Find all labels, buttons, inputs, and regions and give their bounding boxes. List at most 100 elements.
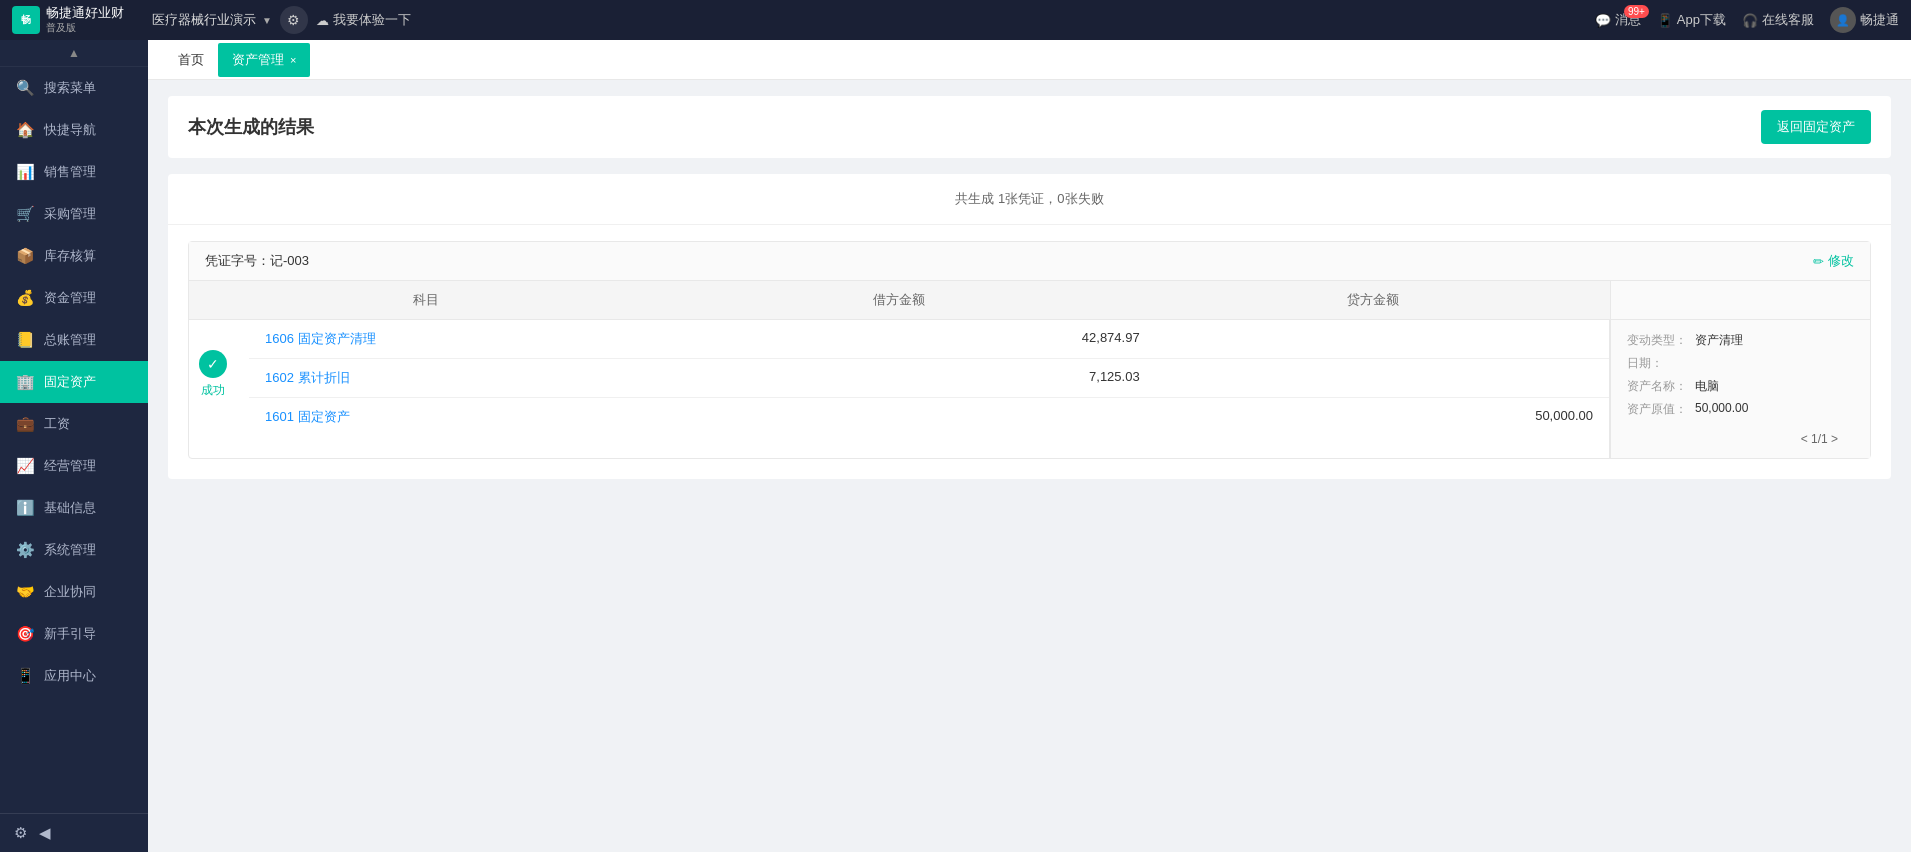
edit-icon: ✏ (1813, 254, 1824, 269)
right-info-panel: 变动类型： 资产清理 日期： 资产名称： 电脑 (1610, 320, 1870, 458)
sidebar-item-search[interactable]: 🔍 搜索菜单 (0, 67, 148, 109)
date-label: 日期： (1627, 355, 1663, 372)
sidebar-label-quick-nav: 快捷导航 (44, 121, 96, 139)
sidebar-item-fixed-assets[interactable]: 🏢 固定资产 (0, 361, 148, 403)
header-right: 💬 消息 99+ 📱 App下载 🎧 在线客服 👤 畅捷通 (1595, 7, 1899, 33)
success-indicator: ✓ 成功 (199, 340, 227, 409)
sidebar-label-ledger: 总账管理 (44, 331, 96, 349)
main-layout: ▲ 🔍 搜索菜单 🏠 快捷导航 📊 销售管理 🛒 采购管理 📦 库存核算 💰 资… (0, 40, 1911, 852)
th-credit: 贷方金额 (1136, 281, 1610, 319)
sidebar-label-system: 系统管理 (44, 541, 96, 559)
original-value-value: 50,000.00 (1695, 401, 1748, 418)
guide-icon: 🎯 (16, 625, 34, 643)
cloud-icon: ☁ (316, 13, 329, 28)
voucher-table: 科目 借方金额 贷方金额 ✓ (189, 281, 1870, 458)
collapse-icon[interactable]: ◀ (39, 824, 51, 842)
search-icon: 🔍 (16, 79, 34, 97)
th-right-panel (1610, 281, 1870, 319)
edit-label: 修改 (1828, 252, 1854, 270)
sidebar-item-system[interactable]: ⚙️ 系统管理 (0, 529, 148, 571)
subject-cell-2[interactable]: 1602 累计折旧 (249, 359, 702, 397)
pagination[interactable]: < 1/1 > (1627, 424, 1854, 446)
original-value-label: 资产原值： (1627, 401, 1687, 418)
company-selector[interactable]: 医疗器械行业演示 ▼ (152, 11, 272, 29)
status-column: ✓ 成功 (189, 320, 249, 458)
page-header: 本次生成的结果 返回固定资产 (168, 96, 1891, 158)
online-service-button[interactable]: 🎧 在线客服 (1742, 11, 1814, 29)
debit-cell-3 (702, 398, 1155, 436)
type-value: 资产清理 (1695, 332, 1743, 349)
tab-asset-management[interactable]: 资产管理 × (218, 43, 310, 77)
result-summary: 共生成 1张凭证，0张失败 (168, 174, 1891, 225)
logo-text-area: 畅捷通好业财 普及版 (46, 5, 124, 35)
tab-home[interactable]: 首页 (164, 43, 218, 77)
sidebar-label-app-center: 应用中心 (44, 667, 96, 685)
th-subject: 科目 (189, 281, 663, 319)
sidebar-item-guide[interactable]: 🎯 新手引导 (0, 613, 148, 655)
sidebar-item-enterprise[interactable]: 🤝 企业协同 (0, 571, 148, 613)
sidebar-item-finance[interactable]: 💰 资金管理 (0, 277, 148, 319)
sidebar-item-app-center[interactable]: 📱 应用中心 (0, 655, 148, 697)
finance-icon: 💰 (16, 289, 34, 307)
app-download-label: App下载 (1677, 11, 1726, 29)
asset-name-value: 电脑 (1695, 378, 1719, 395)
sidebar-scroll-up[interactable]: ▲ (0, 40, 148, 67)
return-button[interactable]: 返回固定资产 (1761, 110, 1871, 144)
top-header: 畅 畅捷通好业财 普及版 医疗器械行业演示 ▼ ⚙ ☁ 我要体验一下 💬 消息 … (0, 0, 1911, 40)
logo-area: 畅 畅捷通好业财 普及版 (12, 5, 124, 35)
edit-button[interactable]: ✏ 修改 (1813, 252, 1854, 270)
operations-icon: 📈 (16, 457, 34, 475)
company-name: 医疗器械行业演示 (152, 11, 256, 29)
subject-cell-3[interactable]: 1601 固定资产 (249, 398, 702, 436)
sidebar-item-purchase[interactable]: 🛒 采购管理 (0, 193, 148, 235)
sidebar-item-quick-nav[interactable]: 🏠 快捷导航 (0, 109, 148, 151)
sidebar-item-operations[interactable]: 📈 经营管理 (0, 445, 148, 487)
voucher-number: 凭证字号：记-003 (205, 252, 309, 270)
page-content: 本次生成的结果 返回固定资产 共生成 1张凭证，0张失败 凭证字号：记-003 … (148, 80, 1911, 852)
online-service-label: 在线客服 (1762, 11, 1814, 29)
app-download-button[interactable]: 📱 App下载 (1657, 11, 1726, 29)
gear-icon[interactable]: ⚙ (14, 824, 27, 842)
table-body: ✓ 成功 1606 固定资产清理 42,874.97 (189, 320, 1870, 458)
tab-asset-label: 资产管理 (232, 51, 284, 69)
date-row: 日期： (1627, 355, 1854, 372)
quick-nav-icon: 🏠 (16, 121, 34, 139)
sidebar-item-salary[interactable]: 💼 工资 (0, 403, 148, 445)
sidebar-item-basic-info[interactable]: ℹ️ 基础信息 (0, 487, 148, 529)
credit-cell-2 (1156, 359, 1609, 397)
logo-icon: 畅 (12, 6, 40, 34)
subject-cell-1[interactable]: 1606 固定资产清理 (249, 320, 702, 358)
sidebar-label-purchase: 采购管理 (44, 205, 96, 223)
debit-cell-1: 42,874.97 (702, 320, 1155, 358)
avatar: 👤 (1830, 7, 1856, 33)
messages-button[interactable]: 💬 消息 99+ (1595, 11, 1641, 29)
result-area: 共生成 1张凭证，0张失败 凭证字号：记-003 ✏ 修改 (168, 174, 1891, 479)
success-label: 成功 (201, 382, 225, 399)
experience-button[interactable]: ☁ 我要体验一下 (316, 11, 411, 29)
logo-sub: 普及版 (46, 21, 124, 35)
message-icon: 💬 (1595, 13, 1611, 28)
voucher-header: 凭证字号：记-003 ✏ 修改 (189, 242, 1870, 281)
debit-cell-2: 7,125.03 (702, 359, 1155, 397)
sidebar-label-salary: 工资 (44, 415, 70, 433)
sidebar-label-basic-info: 基础信息 (44, 499, 96, 517)
user-menu[interactable]: 👤 畅捷通 (1830, 7, 1899, 33)
settings-icon[interactable]: ⚙ (280, 6, 308, 34)
content-area: 首页 资产管理 × 本次生成的结果 返回固定资产 共生成 1张凭证，0张失败 凭… (148, 40, 1911, 852)
page-title: 本次生成的结果 (188, 115, 314, 139)
sales-icon: 📊 (16, 163, 34, 181)
app-center-icon: 📱 (16, 667, 34, 685)
headset-icon: 🎧 (1742, 13, 1758, 28)
sidebar-item-inventory[interactable]: 📦 库存核算 (0, 235, 148, 277)
chevron-down-icon: ▼ (262, 15, 272, 26)
phone-icon: 📱 (1657, 13, 1673, 28)
table-row: 1601 固定资产 50,000.00 (249, 398, 1609, 436)
sidebar-label-fixed-assets: 固定资产 (44, 373, 96, 391)
sidebar-label-search: 搜索菜单 (44, 79, 96, 97)
credit-cell-1 (1156, 320, 1609, 358)
tab-close-icon[interactable]: × (290, 54, 296, 66)
logo-title: 畅捷通好业财 (46, 5, 124, 21)
sidebar: ▲ 🔍 搜索菜单 🏠 快捷导航 📊 销售管理 🛒 采购管理 📦 库存核算 💰 资… (0, 40, 148, 852)
sidebar-item-ledger[interactable]: 📒 总账管理 (0, 319, 148, 361)
sidebar-item-sales[interactable]: 📊 销售管理 (0, 151, 148, 193)
